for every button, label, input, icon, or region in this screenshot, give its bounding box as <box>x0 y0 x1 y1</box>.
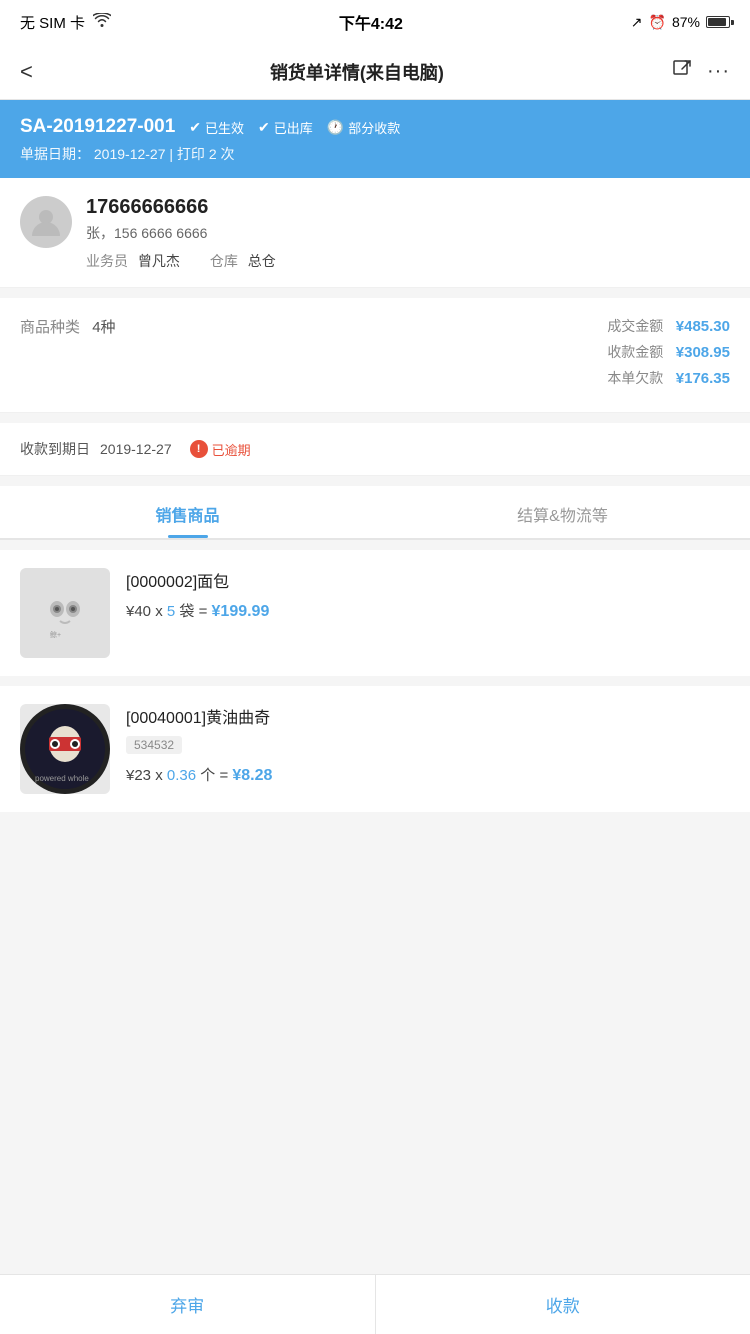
time-label: 下午4:42 <box>339 10 403 34</box>
alarm-icon: ⏰ <box>649 14 666 31</box>
wifi-icon <box>93 13 111 31</box>
customer-avatar <box>20 196 72 248</box>
overdue-icon: ! <box>190 440 208 458</box>
svg-text:powered whole: powered whole <box>35 774 89 783</box>
product-price-1: ¥40 x 5 袋 = ¥199.99 <box>126 600 730 621</box>
overdue-badge: ! 已逾期 <box>190 440 251 459</box>
owed-row: 本单欠款 ¥176.35 <box>607 368 730 388</box>
summary-left: 商品种类 4种 <box>20 316 116 394</box>
more-icon[interactable]: ··· <box>707 60 730 83</box>
product-item: 鲸+ [0000002]面包 ¥40 x 5 袋 = ¥199.99 <box>0 550 750 676</box>
received-row: 收款金额 ¥308.95 <box>607 342 730 362</box>
customer-section: 17666666666 张，156 6666 6666 业务员 曾凡杰 仓库 总… <box>0 178 750 288</box>
badge-partial: 🕐 部分收款 <box>327 118 400 137</box>
product-type-row: 商品种类 4种 <box>20 316 116 337</box>
due-date-section: 收款到期日 2019-12-27 ! 已逾期 <box>0 423 750 476</box>
product-image-1: 鲸+ <box>20 568 110 658</box>
tabs-section: 销售商品 结算&物流等 <box>0 486 750 540</box>
share-icon[interactable] <box>671 58 693 86</box>
check-icon-1: ✔ <box>189 119 201 136</box>
clock-icon: 🕐 <box>327 119 344 136</box>
customer-contact: 张，156 6666 6666 <box>86 223 276 243</box>
badge-effective: ✔ 已生效 <box>189 118 244 137</box>
product-name-1: [0000002]面包 <box>126 568 730 592</box>
svg-text:鲸+: 鲸+ <box>50 630 61 639</box>
battery-icon <box>706 16 730 28</box>
summary-right: 成交金额 ¥485.30 收款金额 ¥308.95 本单欠款 ¥176.35 <box>607 316 730 394</box>
product-details-1: [0000002]面包 ¥40 x 5 袋 = ¥199.99 <box>126 568 730 621</box>
badge-shipped: ✔ 已出库 <box>258 118 313 137</box>
due-label: 收款到期日 <box>20 439 90 459</box>
page-title: 销货单详情(来自电脑) <box>43 59 671 85</box>
customer-info: 17666666666 张，156 6666 6666 业务员 曾凡杰 仓库 总… <box>86 196 276 271</box>
status-bar: 无 SIM 卡 下午4:42 ↗ ⏰ 87% <box>0 0 750 44</box>
battery-percent: 87% <box>672 14 700 30</box>
collect-payment-button[interactable]: 收款 <box>376 1275 750 1334</box>
warehouse-item: 仓库 总仓 <box>210 251 276 271</box>
summary-section: 商品种类 4种 成交金额 ¥485.30 收款金额 ¥308.95 本单欠款 ¥… <box>0 298 750 413</box>
product-name-2: [00040001]黄油曲奇 <box>126 704 730 728</box>
product-list: 鲸+ [0000002]面包 ¥40 x 5 袋 = ¥199.99 <box>0 550 750 812</box>
reject-review-button[interactable]: 弃审 <box>0 1275 376 1334</box>
product-image-placeholder-1: 鲸+ <box>20 568 110 658</box>
salesperson-item: 业务员 曾凡杰 <box>86 251 180 271</box>
tab-sales-products[interactable]: 销售商品 <box>0 486 375 538</box>
bottom-bar: 弃审 收款 <box>0 1274 750 1334</box>
product-tag-2: 534532 <box>126 736 182 754</box>
check-icon-2: ✔ <box>258 119 270 136</box>
order-id: SA-20191227-001 <box>20 116 175 138</box>
customer-name: 17666666666 <box>86 196 276 219</box>
nav-actions: ··· <box>671 58 730 86</box>
tab-settlement[interactable]: 结算&物流等 <box>375 486 750 538</box>
tabs: 销售商品 结算&物流等 <box>0 486 750 538</box>
due-date-value: 2019-12-27 <box>100 441 172 457</box>
customer-meta: 业务员 曾凡杰 仓库 总仓 <box>86 251 276 271</box>
status-left: 无 SIM 卡 <box>20 12 111 33</box>
header-sub: 单据日期： 2019-12-27 | 打印 2 次 <box>20 144 730 164</box>
nav-bar: < 销货单详情(来自电脑) ··· <box>0 44 750 100</box>
carrier-label: 无 SIM 卡 <box>20 12 85 33</box>
header-banner: SA-20191227-001 ✔ 已生效 ✔ 已出库 🕐 部分收款 单据日期：… <box>0 100 750 178</box>
product-image-circle: powered whole <box>20 704 110 794</box>
product-details-2: [00040001]黄油曲奇 534532 ¥23 x 0.36 个 = ¥8.… <box>126 704 730 785</box>
product-item-2: powered whole [00040001]黄油曲奇 534532 ¥23 … <box>0 686 750 812</box>
amount-row: 成交金额 ¥485.30 <box>607 316 730 336</box>
status-right: ↗ ⏰ 87% <box>631 14 730 31</box>
product-image-2: powered whole <box>20 704 110 794</box>
product-price-2: ¥23 x 0.36 个 = ¥8.28 <box>126 764 730 785</box>
header-top: SA-20191227-001 ✔ 已生效 ✔ 已出库 🕐 部分收款 <box>20 116 730 138</box>
location-icon: ↗ <box>631 14 643 31</box>
back-button[interactable]: < <box>20 59 33 85</box>
